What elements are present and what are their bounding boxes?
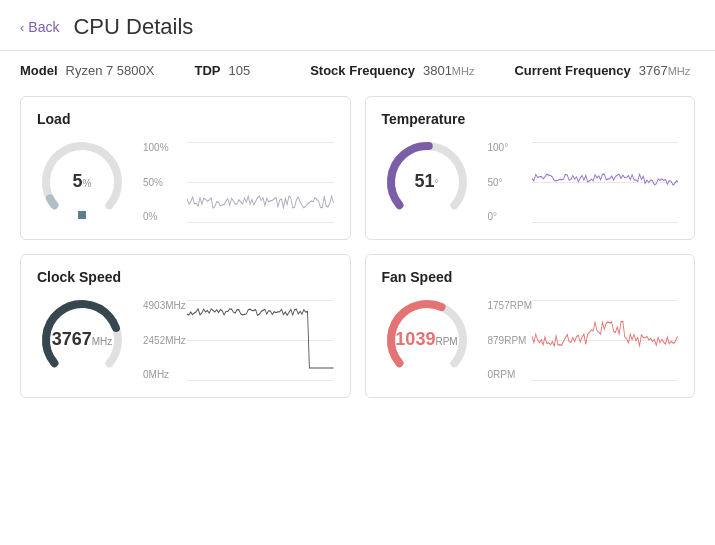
gauge-load: 5% [37, 137, 127, 227]
chart-lines-temperature [532, 142, 679, 222]
y-label-top: 4903MHz [143, 300, 185, 311]
gauge-value-clock: 3767 [52, 329, 92, 349]
y-label-mid: 879RPM [488, 335, 530, 346]
gauge-label-load: 5% [73, 172, 92, 192]
y-label-mid: 50° [488, 177, 530, 188]
y-label-top: 1757RPM [488, 300, 530, 311]
chart-y-labels-load: 100% 50% 0% [143, 142, 185, 222]
card-load: Load 5% 100% 50% 0% [20, 96, 351, 240]
chart-y-labels-temperature: 100° 50° 0° [488, 142, 530, 222]
grid-line-bot [187, 380, 334, 381]
y-label-top: 100° [488, 142, 530, 153]
chart-area-clock: 4903MHz 2452MHz 0MHz [143, 300, 334, 380]
gauge-unit-load: % [83, 178, 92, 189]
gauge-value-fan: 1039 [395, 329, 435, 349]
card-body-fan: 1039RPM 1757RPM 879RPM 0RPM [382, 295, 679, 385]
sparkline-fan [532, 300, 679, 380]
y-label-bot: 0MHz [143, 369, 185, 380]
card-body-load: 5% 100% 50% 0% [37, 137, 334, 227]
sparkline-load [187, 142, 334, 222]
info-value: 3767MHz [639, 63, 691, 78]
gauge-unit-clock: MHz [92, 336, 113, 347]
gauge-unit-temperature: ° [435, 178, 439, 189]
chart-lines-clock [187, 300, 334, 380]
gauge-label-clock: 3767MHz [52, 330, 113, 350]
chart-y-labels-fan: 1757RPM 879RPM 0RPM [488, 300, 530, 380]
sparkline-clock [187, 300, 334, 380]
chart-lines-fan [532, 300, 679, 380]
gauge-label-temperature: 51° [414, 172, 438, 192]
y-label-top: 100% [143, 142, 185, 153]
y-label-bot: 0RPM [488, 369, 530, 380]
gauge-value-load: 5 [73, 171, 83, 191]
y-label-bot: 0° [488, 211, 530, 222]
info-bar: Model Ryzen 7 5800X TDP 105 Stock Frequen… [0, 51, 715, 86]
y-label-mid: 2452MHz [143, 335, 185, 346]
gauge-label-fan: 1039RPM [395, 330, 457, 350]
chart-y-labels-clock: 4903MHz 2452MHz 0MHz [143, 300, 185, 380]
y-label-bot: 0% [143, 211, 185, 222]
chart-area-temperature: 100° 50° 0° [488, 142, 679, 222]
right-info: Stock Frequency 3801MHz Current Frequency… [310, 63, 690, 78]
info-item: Model Ryzen 7 5800X [20, 63, 154, 78]
gauge-value-temperature: 51 [414, 171, 434, 191]
grid-line-bot [532, 380, 679, 381]
info-label: Current Frequency [514, 63, 630, 78]
gauge-indicator [78, 211, 86, 219]
card-body-clock: 3767MHz 4903MHz 2452MHz 0MHz [37, 295, 334, 385]
gauge-clock: 3767MHz [37, 295, 127, 385]
card-clock: Clock Speed 3767MHz 4903MHz 2452MHz 0MHz [20, 254, 351, 398]
card-body-temperature: 51° 100° 50° 0° [382, 137, 679, 227]
info-label: Stock Frequency [310, 63, 415, 78]
page-title: CPU Details [73, 14, 193, 40]
chart-lines-load [187, 142, 334, 222]
sparkline-temperature [532, 142, 679, 222]
back-button[interactable]: ‹ Back [20, 19, 59, 35]
info-item: TDP 105 [194, 63, 250, 78]
y-label-mid: 50% [143, 177, 185, 188]
grid-line-bot [532, 222, 679, 223]
info-item: Stock Frequency 3801MHz [310, 63, 474, 78]
info-value: 105 [228, 63, 250, 78]
info-value: Ryzen 7 5800X [66, 63, 155, 78]
gauge-temperature: 51° [382, 137, 472, 227]
info-item: Current Frequency 3767MHz [514, 63, 690, 78]
chart-area-load: 100% 50% 0% [143, 142, 334, 222]
card-fan: Fan Speed 1039RPM 1757RPM 879RPM 0RPM [365, 254, 696, 398]
info-label: TDP [194, 63, 220, 78]
chart-area-fan: 1757RPM 879RPM 0RPM [488, 300, 679, 380]
page-header: ‹ Back CPU Details [0, 0, 715, 51]
grid-line-bot [187, 222, 334, 223]
back-label: Back [28, 19, 59, 35]
chevron-left-icon: ‹ [20, 20, 24, 35]
info-label: Model [20, 63, 58, 78]
gauge-fan: 1039RPM [382, 295, 472, 385]
gauge-unit-fan: RPM [435, 336, 457, 347]
card-temperature: Temperature 51° 100° 50° 0° [365, 96, 696, 240]
info-value: 3801MHz [423, 63, 475, 78]
cards-grid: Load 5% 100% 50% 0% [0, 86, 715, 418]
left-info: Model Ryzen 7 5800X TDP 105 [20, 63, 250, 78]
